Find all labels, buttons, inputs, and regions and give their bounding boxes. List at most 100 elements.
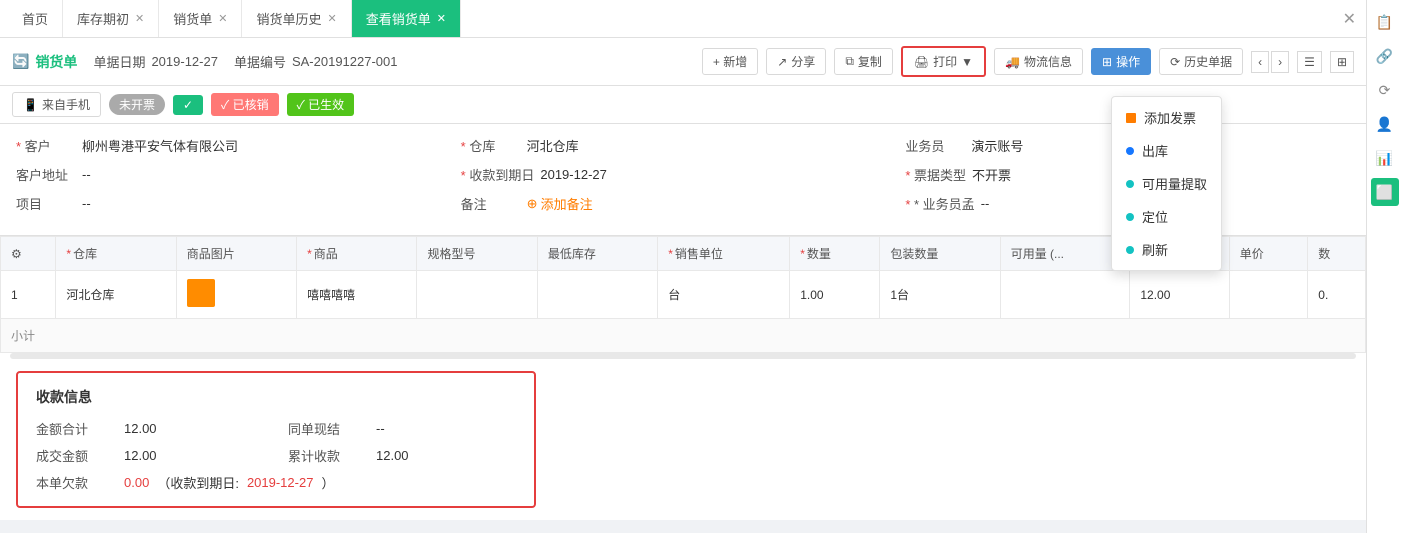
logistics-button[interactable]: 🚚 物流信息 xyxy=(994,48,1083,75)
address-label: 客户地址 xyxy=(16,165,76,184)
row-pack-qty: 1台 xyxy=(880,271,1000,319)
doc-no: 单据编号 SA-20191227-001 xyxy=(234,52,398,71)
sold-button[interactable]: ✓ 已核销 xyxy=(211,93,279,116)
doc-icon: 🔄 xyxy=(12,53,29,70)
check-effective-icon: ✓ xyxy=(297,98,305,112)
doc-actions: + 新增 ↗ 分享 ⧉ 复制 🖨 打印 ▼ 🚚 物流信息 ⊞ xyxy=(702,46,1354,77)
doc-date-value: 2019-12-27 xyxy=(151,54,218,69)
col-warehouse: *仓库 xyxy=(56,237,176,271)
col-product: *商品 xyxy=(297,237,417,271)
address-field: 客户地址 -- xyxy=(16,165,461,184)
row-spec xyxy=(417,271,537,319)
doc-no-value: SA-20191227-001 xyxy=(292,54,398,69)
gear-icon[interactable]: ⚙ xyxy=(11,247,22,261)
print-button[interactable]: 🖨 打印 ▼ xyxy=(904,49,983,74)
ticket-label: 票据类型 xyxy=(905,165,966,184)
grid-view-button[interactable]: ⊞ xyxy=(1330,51,1354,73)
sidebar-user-icon[interactable]: 👤 xyxy=(1371,110,1399,138)
tab-home[interactable]: 首页 xyxy=(8,0,63,37)
prev-button[interactable]: ‹ xyxy=(1251,51,1269,73)
copy-button[interactable]: ⧉ 复制 xyxy=(834,48,893,75)
history-icon: ⟳ xyxy=(1170,55,1180,69)
product-image xyxy=(187,279,215,307)
dropdown-add-invoice[interactable]: 添加发票 xyxy=(1112,101,1221,134)
tab-close-inventory-init[interactable]: ✕ xyxy=(135,12,144,25)
invoice-icon xyxy=(1126,113,1136,123)
effective-button[interactable]: ✓ 已生效 xyxy=(287,93,355,116)
project-label: 项目 xyxy=(16,194,76,213)
total-label: 金额合计 xyxy=(36,419,116,438)
operate-button[interactable]: ⊞ 操作 xyxy=(1091,48,1151,75)
payment-date-label: 收款到期日 xyxy=(461,165,535,184)
print-button-highlight: 🖨 打印 ▼ xyxy=(901,46,986,77)
not-open-button[interactable]: 未开票 xyxy=(109,94,165,115)
col-pack-qty: 包装数量 xyxy=(880,237,1000,271)
locate-icon xyxy=(1126,213,1134,221)
col-spec: 规格型号 xyxy=(417,237,537,271)
sidebar-chart-icon[interactable]: 📊 xyxy=(1371,144,1399,172)
history-button[interactable]: ⟳ 历史单据 xyxy=(1159,48,1243,75)
plus-icon: ⊕ xyxy=(527,196,538,212)
tab-sales-order[interactable]: 销货单 ✕ xyxy=(159,0,242,37)
tab-close-sales-history[interactable]: ✕ xyxy=(328,12,337,25)
settle-row: 同单现结 -- xyxy=(288,419,516,438)
sidebar-link-icon[interactable]: 🔗 xyxy=(1371,42,1399,70)
outbound-icon xyxy=(1126,147,1134,155)
operate-dropdown: 添加发票 出库 可用量提取 定位 刷新 xyxy=(1111,96,1222,271)
extract-icon xyxy=(1126,180,1134,188)
arrears-date: 2019-12-27 xyxy=(247,475,314,490)
confirm-button[interactable]: ✓ xyxy=(173,95,203,115)
settle-value: -- xyxy=(376,421,385,436)
share-button[interactable]: ↗ 分享 xyxy=(766,48,826,75)
print-icon: 🖨 xyxy=(914,55,929,69)
doc-date: 单据日期 2019-12-27 xyxy=(93,52,218,71)
add-note-button[interactable]: ⊕ 添加备注 xyxy=(527,194,593,213)
warehouse-field: 仓库 河北仓库 xyxy=(461,136,906,155)
new-button[interactable]: + 新增 xyxy=(702,48,758,75)
tab-sales-history[interactable]: 销货单历史 ✕ xyxy=(242,0,351,37)
sidebar-expand-icon[interactable]: ⬜ xyxy=(1371,178,1399,206)
window-close-icon[interactable]: ✕ xyxy=(1343,9,1356,29)
doc-title-text: 销货单 xyxy=(35,52,77,72)
row-min-stock xyxy=(537,271,657,319)
note-field: 备注 ⊕ 添加备注 xyxy=(461,194,906,213)
next-button[interactable]: › xyxy=(1271,51,1289,73)
address-value: -- xyxy=(82,167,91,182)
col-gear[interactable]: ⚙ xyxy=(1,237,56,271)
row-warehouse: 河北仓库 xyxy=(56,271,176,319)
dropdown-outbound[interactable]: 出库 xyxy=(1112,134,1221,167)
doc-header: 🔄 销货单 单据日期 2019-12-27 单据编号 SA-20191227-0… xyxy=(0,38,1366,86)
phone-icon: 📱 xyxy=(23,98,38,112)
dropdown-available-extract[interactable]: 可用量提取 xyxy=(1112,167,1221,200)
dropdown-refresh[interactable]: 刷新 xyxy=(1112,233,1221,266)
staff2-label: * 业务员孟 xyxy=(905,194,974,213)
share-icon: ↗ xyxy=(777,55,787,69)
from-phone-button[interactable]: 📱 来自手机 xyxy=(12,92,101,117)
payment-info: 收款信息 金额合计 12.00 同单现结 -- 成交金额 12.00 累计收款 … xyxy=(16,371,536,508)
tab-close-view-sales-order[interactable]: ✕ xyxy=(437,12,446,25)
customer-label: 客户 xyxy=(16,136,76,155)
truck-icon: 🚚 xyxy=(1005,55,1020,69)
arrears-value: 0.00 xyxy=(124,475,149,490)
total-row: 金额合计 12.00 xyxy=(36,419,264,438)
cumulative-label: 累计收款 xyxy=(288,446,368,465)
tab-inventory-init[interactable]: 库存期初 ✕ xyxy=(63,0,159,37)
dropdown-locate[interactable]: 定位 xyxy=(1112,200,1221,233)
doc-no-label: 单据编号 xyxy=(234,52,286,71)
tab-view-sales-order[interactable]: 查看销货单 ✕ xyxy=(352,0,461,37)
row-img xyxy=(176,271,296,319)
deal-row: 成交金额 12.00 xyxy=(36,446,264,465)
list-view-button[interactable]: ☰ xyxy=(1297,51,1322,73)
doc-date-label: 单据日期 xyxy=(93,52,145,71)
check-icon: ✓ xyxy=(183,98,193,112)
sidebar-doc-icon[interactable]: 📋 xyxy=(1371,8,1399,36)
tab-close-sales-order[interactable]: ✕ xyxy=(218,12,227,25)
doc-meta: 单据日期 2019-12-27 单据编号 SA-20191227-001 xyxy=(93,52,685,71)
print-dropdown-arrow: ▼ xyxy=(961,55,973,69)
cumulative-value: 12.00 xyxy=(376,448,409,463)
row-qty: 1.00 xyxy=(790,271,880,319)
row-price xyxy=(1229,271,1308,319)
doc-title: 🔄 销货单 xyxy=(12,52,77,72)
sidebar-refresh-icon[interactable]: ⟳ xyxy=(1371,76,1399,104)
subtotal-row: 小计 xyxy=(1,319,1366,353)
